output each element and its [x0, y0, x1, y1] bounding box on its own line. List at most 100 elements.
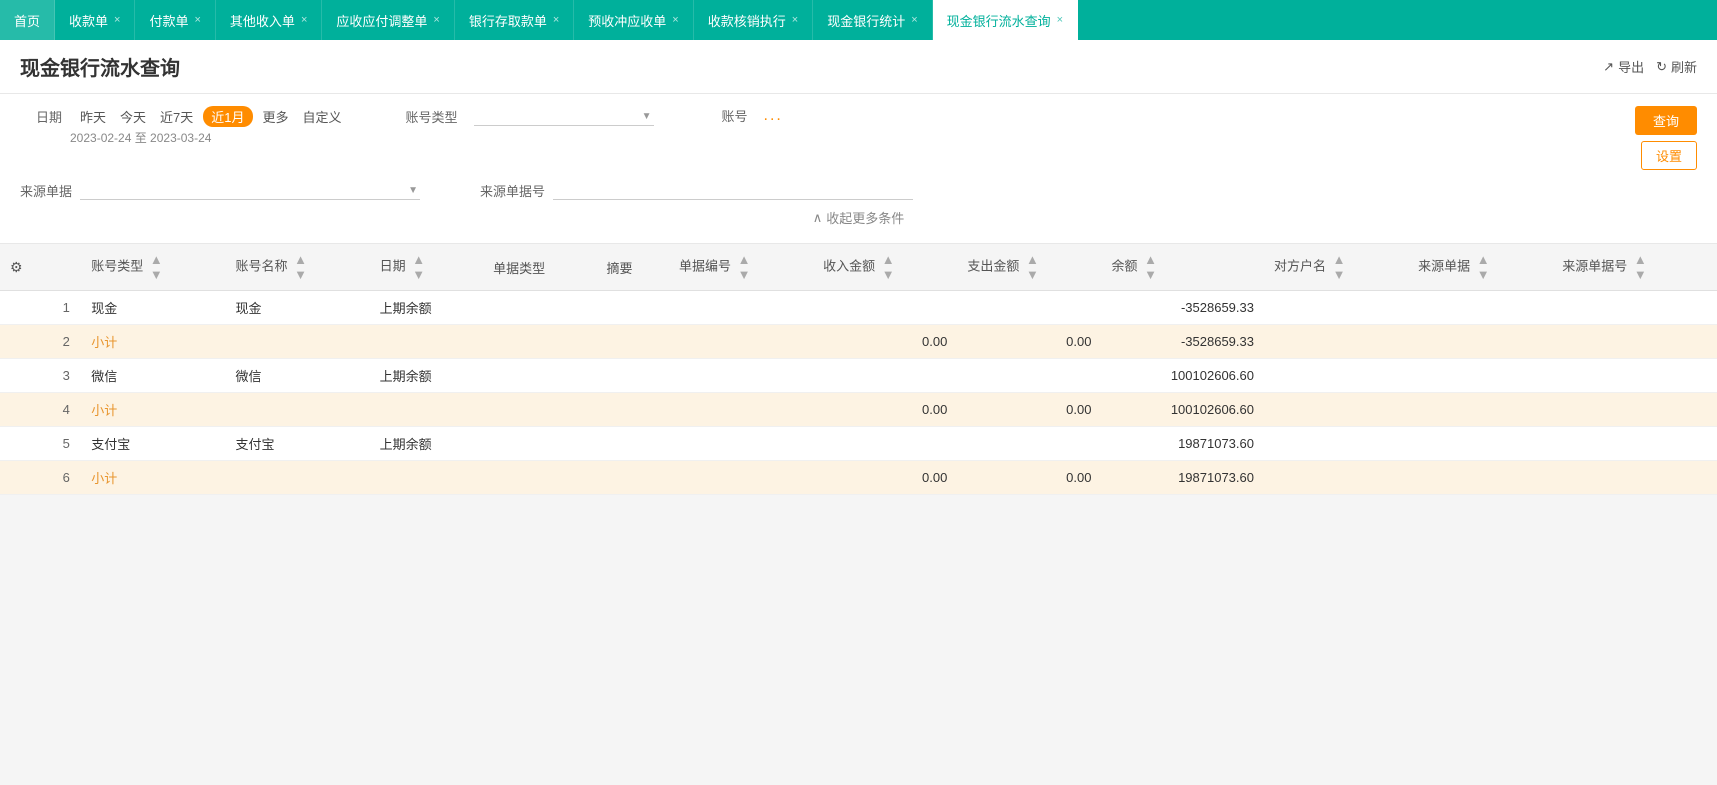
col-header-source_doc[interactable]: 来源单据 ▲▼: [1408, 244, 1552, 291]
date-shortcut-4[interactable]: 更多: [259, 106, 293, 127]
nav-item-pre-collect[interactable]: 预收冲应收单×: [574, 0, 693, 40]
nav-close-cash-bank-stat[interactable]: ×: [911, 14, 917, 26]
date-shortcut-5[interactable]: 自定义: [299, 106, 346, 127]
settings-button[interactable]: 设置: [1641, 141, 1697, 170]
cell-source_doc: [1408, 291, 1552, 325]
cell-account_name: 微信: [225, 359, 369, 393]
cell-counter_name: [1264, 359, 1408, 393]
nav-close-ar-ap[interactable]: ×: [433, 14, 439, 26]
cell-income: 0.00: [813, 393, 957, 427]
date-shortcut-3[interactable]: 近1月: [203, 106, 252, 127]
nav-close-receipt[interactable]: ×: [114, 14, 120, 26]
cell-doc_num: [669, 291, 813, 325]
nav-item-collect-exec[interactable]: 收款核销执行×: [694, 0, 813, 40]
cell-expense: [957, 427, 1101, 461]
nav-item-ar-ap[interactable]: 应收应付调整单×: [322, 0, 454, 40]
cell-date: [370, 325, 483, 359]
col-header-expense[interactable]: 支出金额 ▲▼: [957, 244, 1101, 291]
cell-num: 6: [51, 461, 81, 495]
cell-expense: [957, 359, 1101, 393]
col-header-account_name[interactable]: 账号名称 ▲▼: [225, 244, 369, 291]
refresh-button[interactable]: ↻ 刷新: [1656, 57, 1697, 76]
cell-expense: [957, 291, 1101, 325]
cell-balance: 19871073.60: [1101, 427, 1264, 461]
col-header-summary: 摘要: [597, 244, 669, 291]
date-label: 日期: [20, 107, 70, 126]
cell-counter_name: [1264, 325, 1408, 359]
col-header-num: [51, 244, 81, 291]
cell-account_type: 小计: [81, 461, 225, 495]
collapse-bar[interactable]: ∧ 收起更多条件: [20, 204, 1697, 231]
cell-account_type: 支付宝: [81, 427, 225, 461]
account-dots-button[interactable]: ...: [764, 107, 783, 125]
sort-icon-account_name: ▲▼: [294, 252, 307, 282]
date-shortcut-1[interactable]: 今天: [116, 106, 150, 127]
nav-close-other-income[interactable]: ×: [301, 14, 307, 26]
cell-doc_num: [669, 325, 813, 359]
cell-income: [813, 291, 957, 325]
cell-summary: [597, 325, 669, 359]
sort-icon-account_type: ▲▼: [150, 252, 163, 282]
sort-icon-source_doc: ▲▼: [1477, 252, 1490, 282]
date-shortcut-2[interactable]: 近7天: [156, 106, 197, 127]
cell-counter_name: [1264, 393, 1408, 427]
data-table: ⚙账号类型 ▲▼账号名称 ▲▼日期 ▲▼单据类型摘要单据编号 ▲▼收入金额 ▲▼…: [0, 244, 1717, 495]
cell-summary: [597, 393, 669, 427]
cell-gear: [0, 325, 51, 359]
cell-num: 4: [51, 393, 81, 427]
cell-source_doc: [1408, 427, 1552, 461]
nav-item-home[interactable]: 首页: [0, 0, 55, 40]
cell-doc_type: [483, 461, 596, 495]
account-type-select-wrapper: ▼: [474, 106, 654, 126]
col-header-doc_num[interactable]: 单据编号 ▲▼: [669, 244, 813, 291]
account-type-select[interactable]: [474, 106, 654, 126]
cell-income: [813, 427, 957, 461]
refresh-icon: ↻: [1656, 59, 1667, 75]
sort-icon-source_doc_num: ▲▼: [1634, 252, 1647, 282]
account-type-filter-group: 账号类型 ▼: [406, 106, 666, 126]
nav-item-bank-deposit[interactable]: 银行存取款单×: [455, 0, 574, 40]
account-type-label: 账号类型: [406, 107, 466, 126]
nav-item-payment[interactable]: 付款单×: [135, 0, 215, 40]
col-header-balance[interactable]: 余额 ▲▼: [1101, 244, 1264, 291]
sort-icon-balance: ▲▼: [1144, 252, 1157, 282]
cell-num: 1: [51, 291, 81, 325]
cell-source_doc_num: [1552, 393, 1717, 427]
col-header-account_type[interactable]: 账号类型 ▲▼: [81, 244, 225, 291]
cell-doc_type: [483, 359, 596, 393]
date-shortcut-0[interactable]: 昨天: [76, 106, 110, 127]
gear-icon[interactable]: ⚙: [10, 259, 23, 275]
cell-source_doc_num: [1552, 291, 1717, 325]
cell-doc_num: [669, 461, 813, 495]
source-doc-select[interactable]: [80, 180, 420, 200]
nav-item-cash-bank-stat[interactable]: 现金银行统计×: [813, 0, 932, 40]
export-button[interactable]: ↗ 导出: [1603, 57, 1644, 76]
cell-account_name: [225, 461, 369, 495]
nav-item-receipt[interactable]: 收款单×: [55, 0, 135, 40]
col-header-income[interactable]: 收入金额 ▲▼: [813, 244, 957, 291]
col-header-date[interactable]: 日期 ▲▼: [370, 244, 483, 291]
cell-source_doc: [1408, 325, 1552, 359]
table-row: 6小计0.000.0019871073.60: [0, 461, 1717, 495]
nav-close-bank-deposit[interactable]: ×: [553, 14, 559, 26]
col-header-counter_name[interactable]: 对方户名 ▲▼: [1264, 244, 1408, 291]
date-range-text: 2023-02-24 至 2023-03-24: [70, 129, 346, 146]
cell-summary: [597, 359, 669, 393]
sort-icon-income: ▲▼: [882, 252, 895, 282]
col-header-gear: ⚙: [0, 244, 51, 291]
query-button[interactable]: 查询: [1635, 106, 1697, 135]
cell-doc_num: [669, 359, 813, 393]
nav-close-pre-collect[interactable]: ×: [672, 14, 678, 26]
sort-icon-counter_name: ▲▼: [1333, 252, 1346, 282]
col-header-source_doc_num[interactable]: 来源单据号 ▲▼: [1552, 244, 1717, 291]
source-doc-num-input[interactable]: [553, 180, 913, 200]
collapse-label: 收起更多条件: [826, 208, 904, 227]
nav-close-collect-exec[interactable]: ×: [792, 14, 798, 26]
nav-item-cash-bank-flow[interactable]: 现金银行流水查询×: [933, 0, 1078, 40]
nav-item-other-income[interactable]: 其他收入单×: [216, 0, 322, 40]
table-row: 5支付宝支付宝上期余额19871073.60: [0, 427, 1717, 461]
filter-area: 日期 昨天今天近7天近1月更多自定义 2023-02-24 至 2023-03-…: [0, 94, 1717, 244]
cell-account_name: [225, 393, 369, 427]
nav-close-cash-bank-flow[interactable]: ×: [1057, 14, 1063, 26]
nav-close-payment[interactable]: ×: [194, 14, 200, 26]
